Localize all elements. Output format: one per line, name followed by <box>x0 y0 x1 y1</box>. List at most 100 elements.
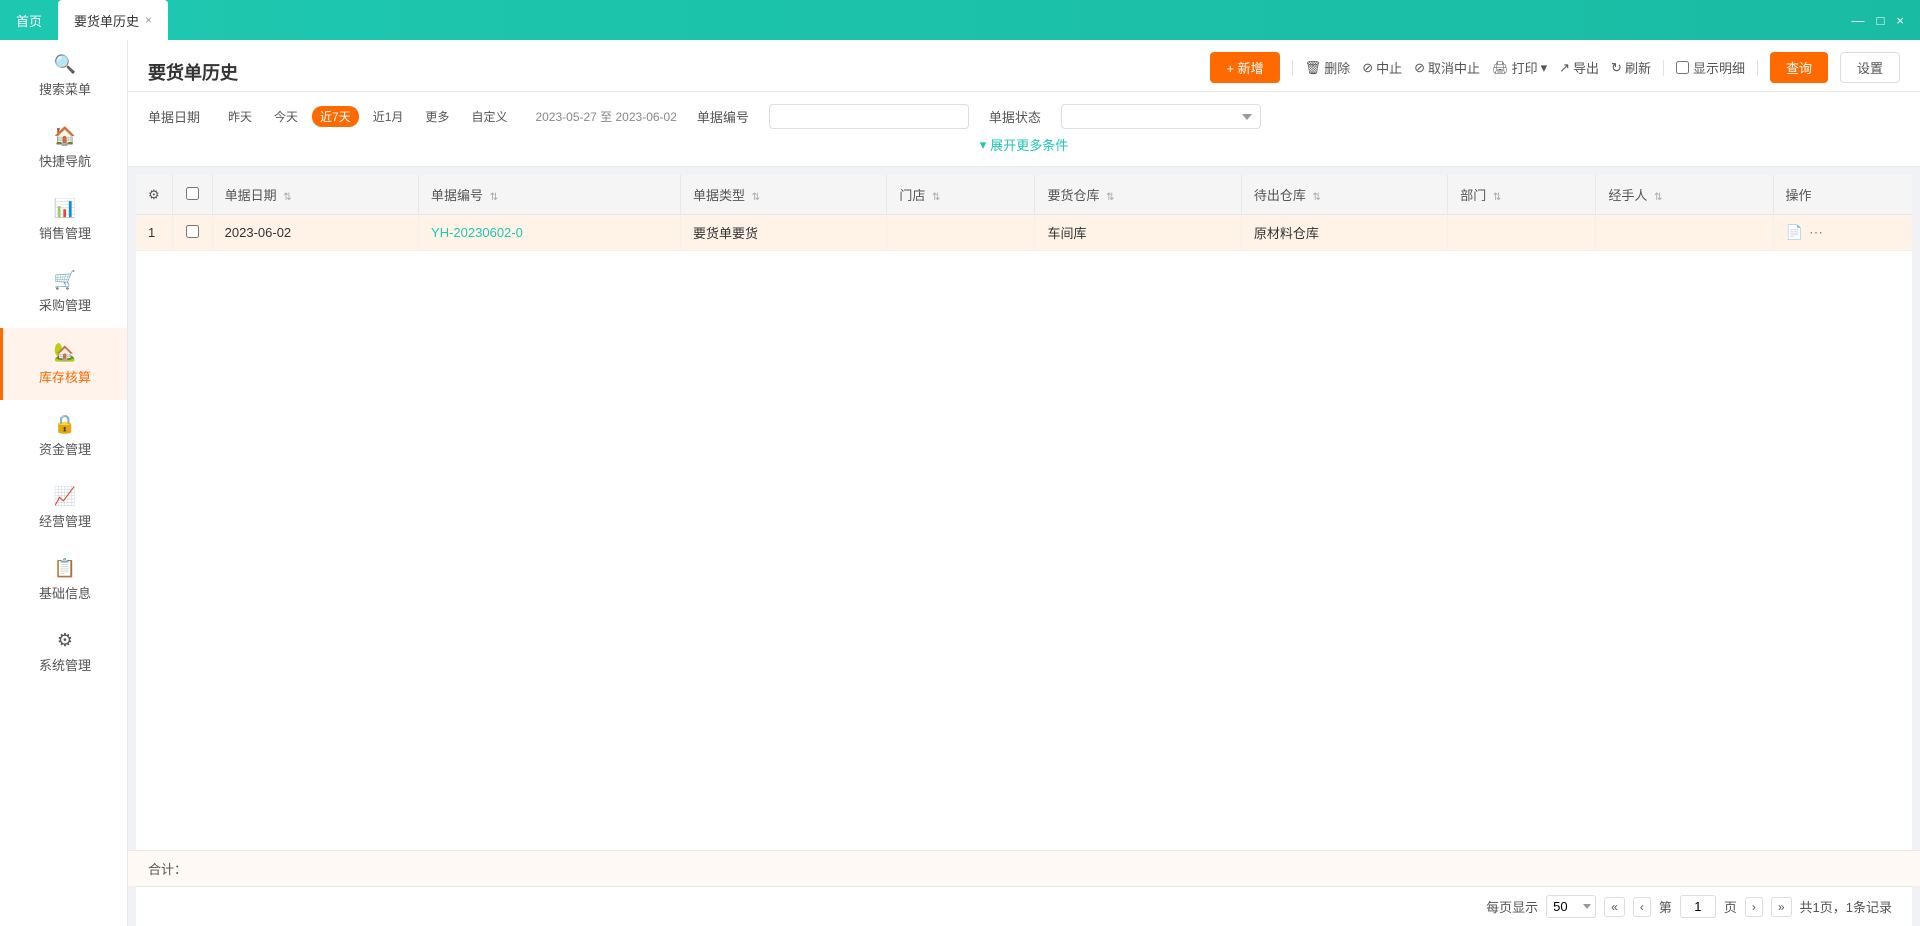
tab-home[interactable]: 首页 <box>0 0 58 40</box>
export-label: 导出 <box>1573 58 1599 77</box>
bill-no-link[interactable]: YH-20230602-0 <box>431 225 523 240</box>
expand-more-btn[interactable]: ▾ 展开更多条件 <box>148 135 1900 154</box>
page-title: 要货单历史 <box>148 59 238 85</box>
cell-bill-type: 要货单要货 <box>680 215 886 251</box>
sort-pending-warehouse-icon: ⇅ <box>1312 192 1320 203</box>
tab-active-label: 要货单历史 <box>74 11 139 30</box>
page-label-before: 第 <box>1659 897 1672 916</box>
finance-icon: 🔒 <box>54 414 76 435</box>
cancel-stop-label: 取消中止 <box>1428 58 1480 77</box>
sort-bill-type-icon: ⇅ <box>752 192 760 203</box>
maximize-btn[interactable]: □ <box>1877 13 1885 28</box>
sidebar-item-label: 资金管理 <box>39 439 91 458</box>
cancel-stop-button[interactable]: ⊘ 取消中止 <box>1414 58 1480 77</box>
display-detail-checkbox[interactable] <box>1676 61 1689 74</box>
total-info: 共1页，1条记录 <box>1800 897 1892 916</box>
delete-label: 删除 <box>1324 58 1350 77</box>
prev-page-btn[interactable]: ‹ <box>1633 897 1651 917</box>
print-icon: 🖨 <box>1492 60 1509 76</box>
top-bar: 首页 要货单历史 × — □ × <box>0 0 1920 40</box>
refresh-button[interactable]: ↻ 刷新 <box>1611 58 1651 77</box>
date-btn-custom[interactable]: 自定义 <box>463 106 515 127</box>
query-button[interactable]: 查询 <box>1770 52 1828 83</box>
page-header: 要货单历史 + 新增 🗑 删除 ⊘ 中止 ⊘ 取消中止 🖨 打 <box>128 40 1920 92</box>
sidebar-item-purchase[interactable]: 🛒 采购管理 <box>0 256 127 328</box>
sidebar-item-operation[interactable]: 📈 经营管理 <box>0 472 127 544</box>
display-detail-button[interactable]: 显示明细 <box>1676 58 1745 77</box>
cell-action: 📄 ⋯ <box>1773 215 1912 251</box>
view-action-icon[interactable]: 📄 <box>1786 224 1803 241</box>
col-department-label: 部门 <box>1460 188 1486 203</box>
base-icon: 📋 <box>54 558 76 579</box>
col-settings[interactable]: ⚙ <box>136 175 172 215</box>
sort-department-icon: ⇅ <box>1493 192 1501 203</box>
per-page-select[interactable]: 50 10 20 100 <box>1546 895 1596 918</box>
last-page-btn[interactable]: » <box>1771 897 1792 917</box>
page-number-input[interactable] <box>1680 895 1716 918</box>
sidebar-item-label: 销售管理 <box>39 223 91 242</box>
summary-label: 合计： <box>148 862 187 877</box>
first-page-btn[interactable]: « <box>1604 897 1625 917</box>
sidebar: 🔍 搜索菜单 🏠 快捷导航 📊 销售管理 🛒 采购管理 🏡 库存核算 🔒 资金管… <box>0 40 128 926</box>
sidebar-item-system[interactable]: ⚙ 系统管理 <box>0 616 127 688</box>
next-page-btn[interactable]: › <box>1745 897 1763 917</box>
bill-no-label: 单据编号 <box>697 107 749 126</box>
more-action-icon[interactable]: ⋯ <box>1809 224 1823 241</box>
divider3 <box>1757 60 1758 76</box>
col-store[interactable]: 门店 ⇅ <box>887 175 1035 215</box>
new-button[interactable]: + 新增 <box>1210 52 1279 83</box>
col-action: 操作 <box>1773 175 1912 215</box>
select-all-checkbox[interactable] <box>186 187 199 200</box>
sidebar-item-label: 搜索菜单 <box>39 79 91 98</box>
sort-store-icon: ⇅ <box>932 192 940 203</box>
col-bill-type[interactable]: 单据类型 ⇅ <box>680 175 886 215</box>
col-bill-no[interactable]: 单据编号 ⇅ <box>419 175 681 215</box>
sidebar-item-sales[interactable]: 📊 销售管理 <box>0 184 127 256</box>
close-btn[interactable]: × <box>1896 13 1904 28</box>
stop-button[interactable]: ⊘ 中止 <box>1362 58 1402 77</box>
table-header-row: ⚙ 单据日期 ⇅ 单据编号 ⇅ 单据类型 <box>136 175 1912 215</box>
minimize-btn[interactable]: — <box>1852 13 1865 28</box>
date-btn-today[interactable]: 今天 <box>266 106 306 127</box>
export-icon: ↗ <box>1559 60 1570 76</box>
date-btn-yesterday[interactable]: 昨天 <box>220 106 260 127</box>
date-btn-1month[interactable]: 近1月 <box>365 106 412 127</box>
tab-active[interactable]: 要货单历史 × <box>58 0 168 40</box>
col-pending-warehouse[interactable]: 待出仓库 ⇅ <box>1241 175 1447 215</box>
sidebar-item-search[interactable]: 🔍 搜索菜单 <box>0 40 127 112</box>
date-btn-more[interactable]: 更多 <box>417 106 457 127</box>
bill-no-input[interactable] <box>769 104 969 129</box>
home-icon: 🏠 <box>54 126 76 147</box>
filter-area: 单据日期 昨天 今天 近7天 近1月 更多 自定义 2023-05-27 至 2… <box>128 92 1920 167</box>
cell-checkbox <box>172 215 212 251</box>
table-body: 1 2023-06-02 YH-20230602-0 要货单要货 车间库 原材料… <box>136 215 1912 251</box>
col-req-warehouse[interactable]: 要货仓库 ⇅ <box>1035 175 1241 215</box>
purchase-icon: 🛒 <box>54 270 76 291</box>
col-pending-warehouse-label: 待出仓库 <box>1254 188 1306 203</box>
col-checkbox <box>172 175 212 215</box>
sidebar-item-base[interactable]: 📋 基础信息 <box>0 544 127 616</box>
cell-req-warehouse: 车间库 <box>1035 215 1241 251</box>
date-range-display: 2023-05-27 至 2023-06-02 <box>535 108 676 125</box>
delete-button[interactable]: 🗑 删除 <box>1305 58 1351 77</box>
sidebar-item-label: 基础信息 <box>39 583 91 602</box>
sidebar-item-label: 采购管理 <box>39 295 91 314</box>
sidebar-item-quicknav[interactable]: 🏠 快捷导航 <box>0 112 127 184</box>
print-button[interactable]: 🖨 打印 ▾ <box>1492 58 1547 77</box>
status-label: 单据状态 <box>989 107 1041 126</box>
sidebar-item-finance[interactable]: 🔒 资金管理 <box>0 400 127 472</box>
sidebar-item-label: 快捷导航 <box>39 151 91 170</box>
export-button[interactable]: ↗ 导出 <box>1559 58 1599 77</box>
row-checkbox[interactable] <box>186 225 199 238</box>
filter-row-1: 单据日期 昨天 今天 近7天 近1月 更多 自定义 2023-05-27 至 2… <box>148 104 1900 129</box>
date-btn-7days[interactable]: 近7天 <box>312 106 359 127</box>
col-department[interactable]: 部门 ⇅ <box>1448 175 1596 215</box>
window-controls: — □ × <box>1852 13 1920 28</box>
setting-button[interactable]: 设置 <box>1840 52 1900 83</box>
action-icons: 📄 ⋯ <box>1786 224 1900 241</box>
status-select[interactable] <box>1061 104 1261 129</box>
col-date[interactable]: 单据日期 ⇅ <box>212 175 418 215</box>
tab-close-icon[interactable]: × <box>145 13 152 27</box>
col-handler[interactable]: 经手人 ⇅ <box>1596 175 1773 215</box>
sidebar-item-inventory[interactable]: 🏡 库存核算 <box>0 328 127 400</box>
